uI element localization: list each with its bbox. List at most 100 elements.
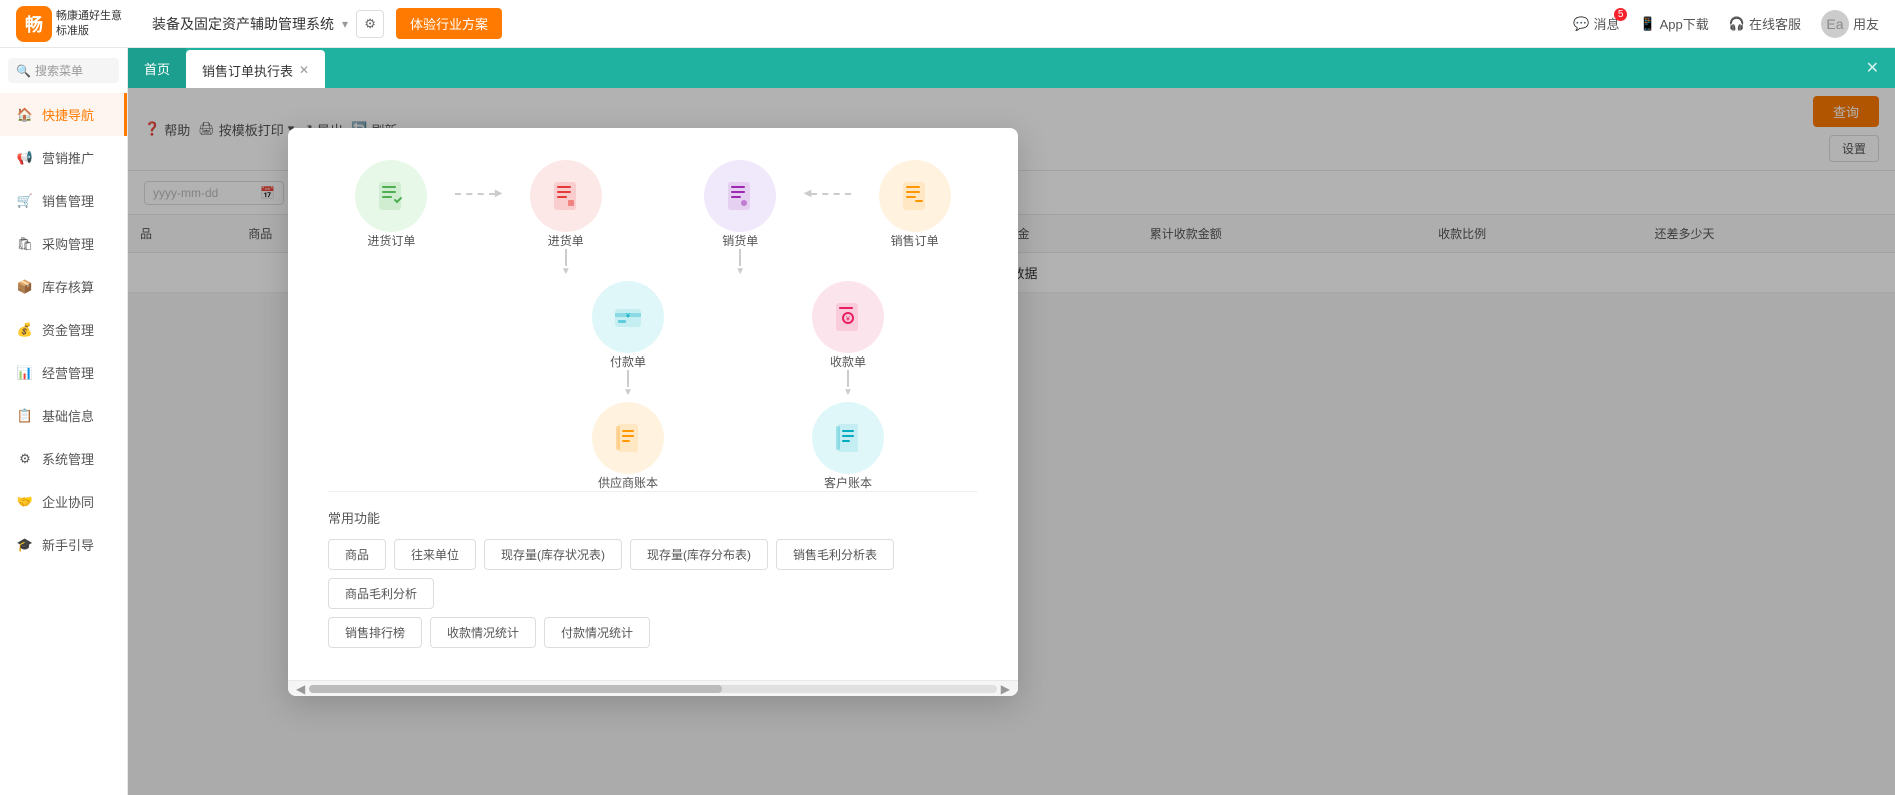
page-content: ❓ 帮助 🖨 按模板打印 ▾ ↗ 导出 🔄 [128,88,1895,795]
flow-node-purchase-bill[interactable]: 进货单 [502,160,629,249]
customer-ledger-icon [812,402,884,474]
sales-order-icon [879,160,951,232]
online-service-button[interactable]: 🎧 在线客服 [1729,14,1801,33]
sidebar-item-label: 新手引导 [42,535,94,554]
sidebar-item-inventory[interactable]: 📦 库存核算 [0,265,127,308]
purchase-order-label: 进货订单 [367,232,415,249]
flow-diagram: 进货订单 进货单 [328,160,978,491]
sidebar-item-finance[interactable]: 💰 资金管理 [0,308,127,351]
supplier-ledger-label: 供应商账本 [598,474,658,491]
arrow-sales-order-to-bill: ◀ [804,188,852,199]
arrow-down-sales [677,249,804,277]
purchase-bill-label: 进货单 [548,232,584,249]
sidebar-item-cooperation[interactable]: 🤝 企业协同 [0,480,127,523]
message-button[interactable]: 💬 消息 5 [1573,14,1619,33]
func-buttons-row2: 销售排行榜 收款情况统计 付款情况统计 [328,617,978,648]
sidebar-item-label: 采购管理 [42,234,94,253]
sidebar: 🔍 搜索菜单 🏠 快捷导航 📢 营销推广 🛒 销售管理 🛍 采购管理 [0,48,128,795]
sidebar-item-operation[interactable]: 📊 经营管理 [0,351,127,394]
operation-icon: 📊 [16,364,34,382]
flow-node-receipt[interactable]: ¥ 收款单 [768,281,928,370]
payment-label: 付款单 [610,353,646,370]
flow-node-sales-order[interactable]: 销售订单 [851,160,978,249]
scroll-track[interactable] [309,685,997,693]
logo-area: 畅 畅康通好生意标准版 [16,6,144,42]
svg-text:¥: ¥ [846,316,850,323]
arrow-down-payment [548,370,708,398]
func-btn-sales-ranking[interactable]: 销售排行榜 [328,617,422,648]
func-btn-receipt-stats[interactable]: 收款情况统计 [430,617,536,648]
flow-node-payment[interactable]: ¥ 付款单 [548,281,708,370]
sidebar-item-label: 营销推广 [42,148,94,167]
flow-modal: 进货订单 进货单 [288,128,1018,696]
customer-ledger-label: 客户账本 [824,474,872,491]
sidebar-item-system[interactable]: ⚙ 系统管理 [0,437,127,480]
flow-node-purchase-order[interactable]: 进货订单 [328,160,455,249]
system-dropdown-icon[interactable]: ▾ [342,17,348,31]
func-btn-stock-dist[interactable]: 现存量(库存分布表) [630,539,768,570]
sales-exec-tab-label: 销售订单执行表 [202,61,293,80]
tab-sales-exec[interactable]: 销售订单执行表 ✕ [186,50,325,90]
sidebar-item-basic-info[interactable]: 📋 基础信息 [0,394,127,437]
tab-close-icon[interactable]: ✕ [299,63,309,77]
app-download-button[interactable]: 📱 App下载 [1639,14,1708,33]
logo-text: 畅康通好生意标准版 [56,9,122,38]
scroll-left-icon[interactable]: ◀ [292,682,309,696]
func-buttons-row1: 商品 往来单位 现存量(库存状况表) 现存量(库存分布表) 销售毛利分析表 商品… [328,539,978,609]
system-title: 装备及固定资产辅助管理系统 ▾ [152,14,348,34]
home-tab-label: 首页 [144,59,170,78]
func-btn-partner[interactable]: 往来单位 [394,539,476,570]
func-btn-product[interactable]: 商品 [328,539,386,570]
flow-node-customer-ledger[interactable]: 客户账本 [768,402,928,491]
receipt-label: 收款单 [830,353,866,370]
sales-bill-label: 销货单 [722,232,758,249]
sidebar-item-label: 系统管理 [42,449,94,468]
message-icon: 💬 [1573,16,1589,32]
func-btn-stock-status[interactable]: 现存量(库存状况表) [484,539,622,570]
svg-text:¥: ¥ [626,313,630,320]
receipt-icon: ¥ [812,281,884,353]
modal-scrollbar[interactable]: ◀ ▶ [288,680,1018,696]
flow-connectors-row2 [328,370,978,398]
scroll-right-icon[interactable]: ▶ [997,682,1014,696]
search-label: 搜索菜单 [35,62,83,79]
scroll-thumb[interactable] [309,685,722,693]
user-menu-button[interactable]: Ea 用友 [1821,10,1879,38]
flow-row-3: 供应商账本 客户账本 [328,402,978,491]
arrow-down-purchase [502,249,629,277]
sidebar-item-label: 经营管理 [42,363,94,382]
sidebar-item-guide[interactable]: 🎓 新手引导 [0,523,127,566]
arrow-purchase-to-bill [455,188,503,199]
sidebar-item-sales[interactable]: 🛒 销售管理 [0,179,127,222]
flow-node-supplier-ledger[interactable]: 供应商账本 [548,402,708,491]
top-right-area: 💬 消息 5 📱 App下载 🎧 在线客服 Ea 用友 [1573,10,1879,38]
func-btn-payment-stats[interactable]: 付款情况统计 [544,617,650,648]
basic-info-icon: 📋 [16,407,34,425]
system-title-text: 装备及固定资产辅助管理系统 [152,14,334,34]
system-icon: ⚙ [16,450,34,468]
flow-node-sales-bill[interactable]: 销货单 [677,160,804,249]
modal-body: 进货订单 进货单 [288,128,1018,680]
payment-icon: ¥ [592,281,664,353]
settings-button[interactable]: ⚙ [356,10,384,38]
sidebar-item-quick-nav[interactable]: 🏠 快捷导航 [0,93,127,136]
sales-bill-icon [704,160,776,232]
tab-home[interactable]: 首页 [128,48,186,88]
func-btn-product-profit[interactable]: 商品毛利分析 [328,578,434,609]
sidebar-item-marketing[interactable]: 📢 营销推广 [0,136,127,179]
close-content-icon[interactable]: ✕ [1866,58,1879,78]
func-btn-sales-profit[interactable]: 销售毛利分析表 [776,539,894,570]
experience-button[interactable]: 体验行业方案 [396,8,502,39]
common-functions-section: 常用功能 商品 往来单位 现存量(库存状况表) 现存量(库存分布表) 销售毛利分… [328,491,978,648]
sales-order-label: 销售订单 [891,232,939,249]
guide-icon: 🎓 [16,536,34,554]
sales-icon: 🛒 [16,192,34,210]
sidebar-item-purchase[interactable]: 🛍 采购管理 [0,222,127,265]
sidebar-item-label: 资金管理 [42,320,94,339]
sidebar-item-label: 销售管理 [42,191,94,210]
finance-icon: 💰 [16,321,34,339]
download-icon: 📱 [1639,16,1655,32]
arrow-down-receipt [768,370,928,398]
message-badge: 5 [1614,8,1628,21]
sidebar-search-area[interactable]: 🔍 搜索菜单 [0,48,127,93]
